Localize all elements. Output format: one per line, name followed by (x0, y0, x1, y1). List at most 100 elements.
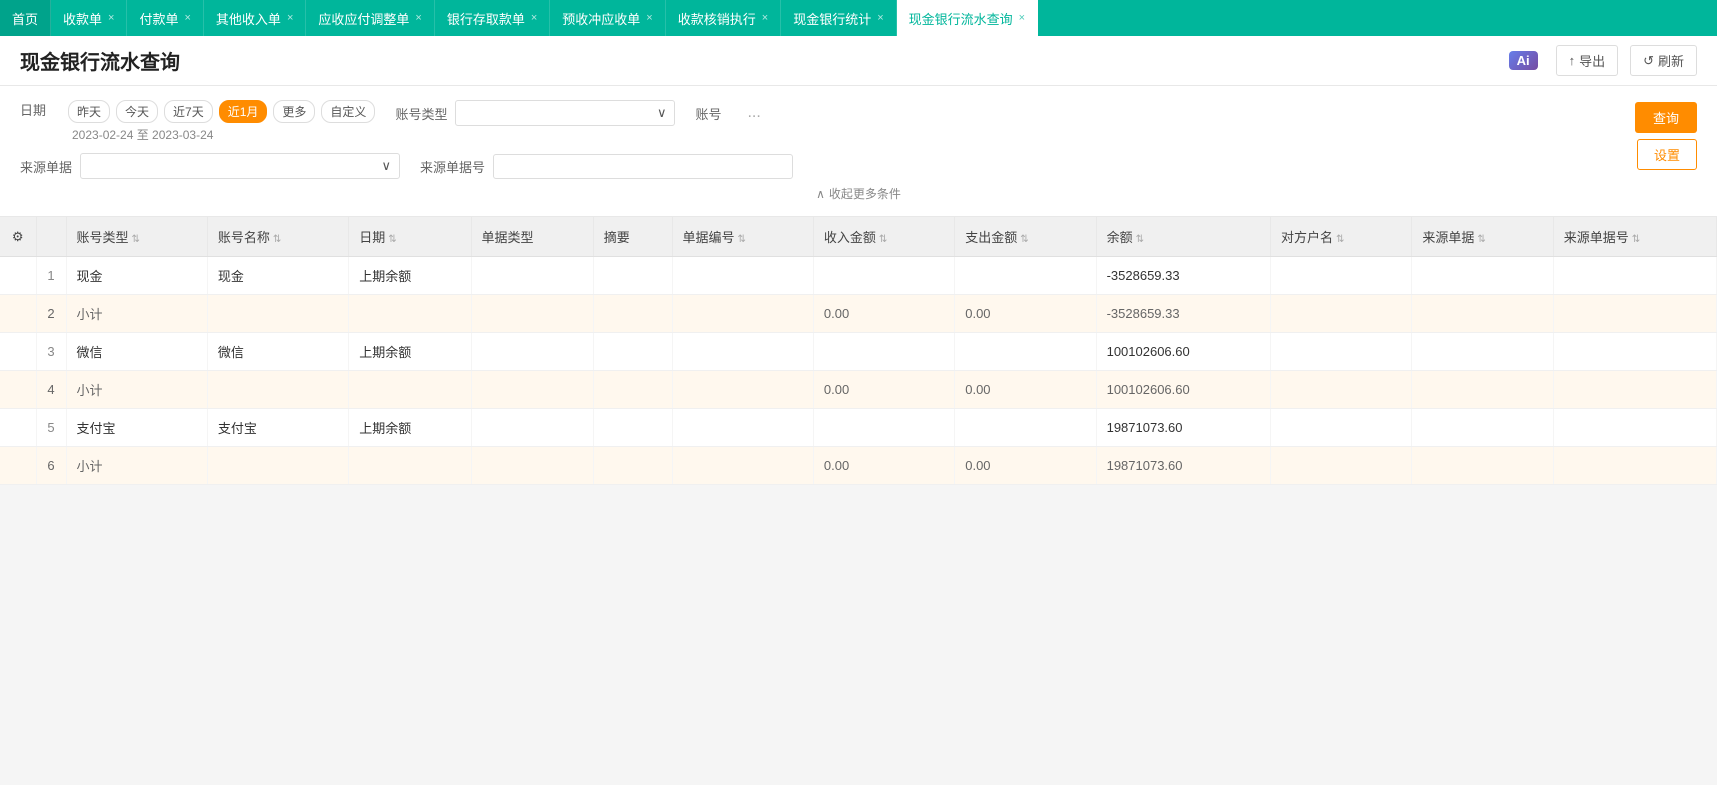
td-balance: 100102606.60 (1096, 333, 1270, 371)
th-income[interactable]: 收入金额⇅ (813, 217, 954, 257)
nav-home[interactable]: 首页 (0, 0, 51, 36)
td-expense (955, 257, 1096, 295)
th-doc-no[interactable]: 单据编号⇅ (672, 217, 813, 257)
td-counterparty (1271, 257, 1412, 295)
td-income (813, 257, 954, 295)
account-type-select[interactable]: ∨ (455, 100, 675, 126)
td-account-type: 小计 (66, 295, 207, 333)
nav-tab-close[interactable]: × (184, 12, 190, 24)
nav-tab-label: 预收冲应收单 (562, 9, 640, 28)
td-gear (0, 257, 36, 295)
td-account-name (207, 371, 348, 409)
td-account-type: 支付宝 (66, 409, 207, 447)
td-income (813, 409, 954, 447)
date-more[interactable]: 更多 (273, 100, 315, 123)
nav-tab-close[interactable]: × (762, 12, 768, 24)
td-rownum: 6 (36, 447, 66, 485)
query-button[interactable]: 查询 (1635, 102, 1697, 133)
th-summary: 摘要 (593, 217, 672, 257)
td-summary (593, 333, 672, 371)
table-header-row: ⚙ 账号类型⇅ 账号名称⇅ 日期⇅ 单据类型 摘要 单据编号⇅ 收入金额⇅ 支出… (0, 217, 1717, 257)
td-source-doc-no (1553, 257, 1716, 295)
td-source-doc (1412, 257, 1553, 295)
td-counterparty (1271, 295, 1412, 333)
nav-tab-预收冲应收单[interactable]: 预收冲应收单 × (550, 0, 665, 36)
nav-tab-close[interactable]: × (877, 12, 883, 24)
nav-tab-应收应付调整单[interactable]: 应收应付调整单× (306, 0, 434, 36)
table-row: 2小计0.000.00-3528659.33 (0, 295, 1717, 333)
source-doc-no-input[interactable] (493, 154, 793, 179)
filter-area: 日期 昨天 今天 近7天 近1月 更多 自定义 2023-02-24 至 202… (0, 86, 1717, 217)
source-doc-select[interactable]: ∨ (80, 153, 400, 179)
td-gear (0, 447, 36, 485)
td-gear (0, 409, 36, 447)
nav-tab-close[interactable]: × (108, 12, 114, 24)
nav-tab-label: 其他收入单 (216, 9, 281, 28)
nav-tab-label: 银行存取款单 (447, 9, 525, 28)
nav-tab-close[interactable]: × (415, 12, 421, 24)
header-actions: Ai ↑ 导出 ↺ 刷新 (1509, 45, 1697, 76)
date-custom[interactable]: 自定义 (321, 100, 375, 123)
nav-tab-其他收入单[interactable]: 其他收入单 × (204, 0, 306, 36)
nav-tab-label: 现金银行统计 (793, 9, 871, 28)
nav-tab-label: 收款单 (63, 9, 102, 28)
td-account-type: 小计 (66, 371, 207, 409)
td-source-doc (1412, 447, 1553, 485)
td-doc-type (471, 257, 593, 295)
nav-tab-label: 现金银行流水查询 (909, 9, 1013, 28)
nav-tab-现金银行流水查询[interactable]: 现金银行流水查询 × (897, 0, 1038, 36)
td-source-doc (1412, 295, 1553, 333)
td-doc-no (672, 409, 813, 447)
td-summary (593, 295, 672, 333)
nav-tab-label: 收款核销执行 (678, 9, 756, 28)
nav-tab-收款单[interactable]: 收款单 × (51, 0, 127, 36)
nav-tab-银行存取款单[interactable]: 银行存取款单 × (435, 0, 550, 36)
nav-tab-close[interactable]: × (646, 12, 652, 24)
nav-tab-现金银行统计[interactable]: 现金银行统计 × (781, 0, 896, 36)
settings-button[interactable]: 设置 (1637, 139, 1697, 170)
th-balance[interactable]: 余额⇅ (1096, 217, 1270, 257)
td-balance: 19871073.60 (1096, 447, 1270, 485)
td-income: 0.00 (813, 371, 954, 409)
table-row: 4小计0.000.00100102606.60 (0, 371, 1717, 409)
account-dots[interactable]: ... (743, 100, 764, 126)
th-account-name[interactable]: 账号名称⇅ (207, 217, 348, 257)
td-doc-no (672, 333, 813, 371)
export-button[interactable]: ↑ 导出 (1556, 45, 1619, 76)
th-gear[interactable]: ⚙ (0, 217, 36, 257)
table-row: 6小计0.000.0019871073.60 (0, 447, 1717, 485)
export-icon: ↑ (1569, 53, 1576, 68)
nav-tab-close[interactable]: × (531, 12, 537, 24)
date-7days[interactable]: 近7天 (164, 100, 213, 123)
nav-tab-label: 付款单 (139, 9, 178, 28)
td-balance: -3528659.33 (1096, 295, 1270, 333)
collapse-bar[interactable]: ∧ 收起更多条件 (20, 179, 1697, 206)
source-doc-label: 来源单据 (20, 157, 72, 176)
td-account-name: 现金 (207, 257, 348, 295)
th-date[interactable]: 日期⇅ (349, 217, 471, 257)
date-today[interactable]: 今天 (116, 100, 158, 123)
td-gear (0, 371, 36, 409)
td-counterparty (1271, 409, 1412, 447)
nav-tab-close[interactable]: × (1019, 12, 1025, 24)
th-expense[interactable]: 支出金额⇅ (955, 217, 1096, 257)
th-source-doc[interactable]: 来源单据⇅ (1412, 217, 1553, 257)
nav-tab-收款核销执行[interactable]: 收款核销执行 × (666, 0, 781, 36)
td-doc-type (471, 409, 593, 447)
td-income: 0.00 (813, 447, 954, 485)
th-counterparty[interactable]: 对方户名⇅ (1271, 217, 1412, 257)
nav-tab-付款单[interactable]: 付款单 × (127, 0, 203, 36)
td-expense (955, 409, 1096, 447)
td-rownum: 5 (36, 409, 66, 447)
th-source-doc-no[interactable]: 来源单据号⇅ (1553, 217, 1716, 257)
td-date: 上期余额 (349, 409, 471, 447)
ai-badge: Ai (1509, 51, 1538, 70)
td-source-doc-no (1553, 371, 1716, 409)
top-nav: 首页 收款单×付款单×其他收入单×应收应付调整单×银行存取款单×预收冲应收单×收… (0, 0, 1717, 36)
refresh-button[interactable]: ↺ 刷新 (1630, 45, 1697, 76)
td-account-name: 微信 (207, 333, 348, 371)
date-1month[interactable]: 近1月 (219, 100, 268, 123)
th-account-type[interactable]: 账号类型⇅ (66, 217, 207, 257)
date-yesterday[interactable]: 昨天 (68, 100, 110, 123)
nav-tab-close[interactable]: × (287, 12, 293, 24)
